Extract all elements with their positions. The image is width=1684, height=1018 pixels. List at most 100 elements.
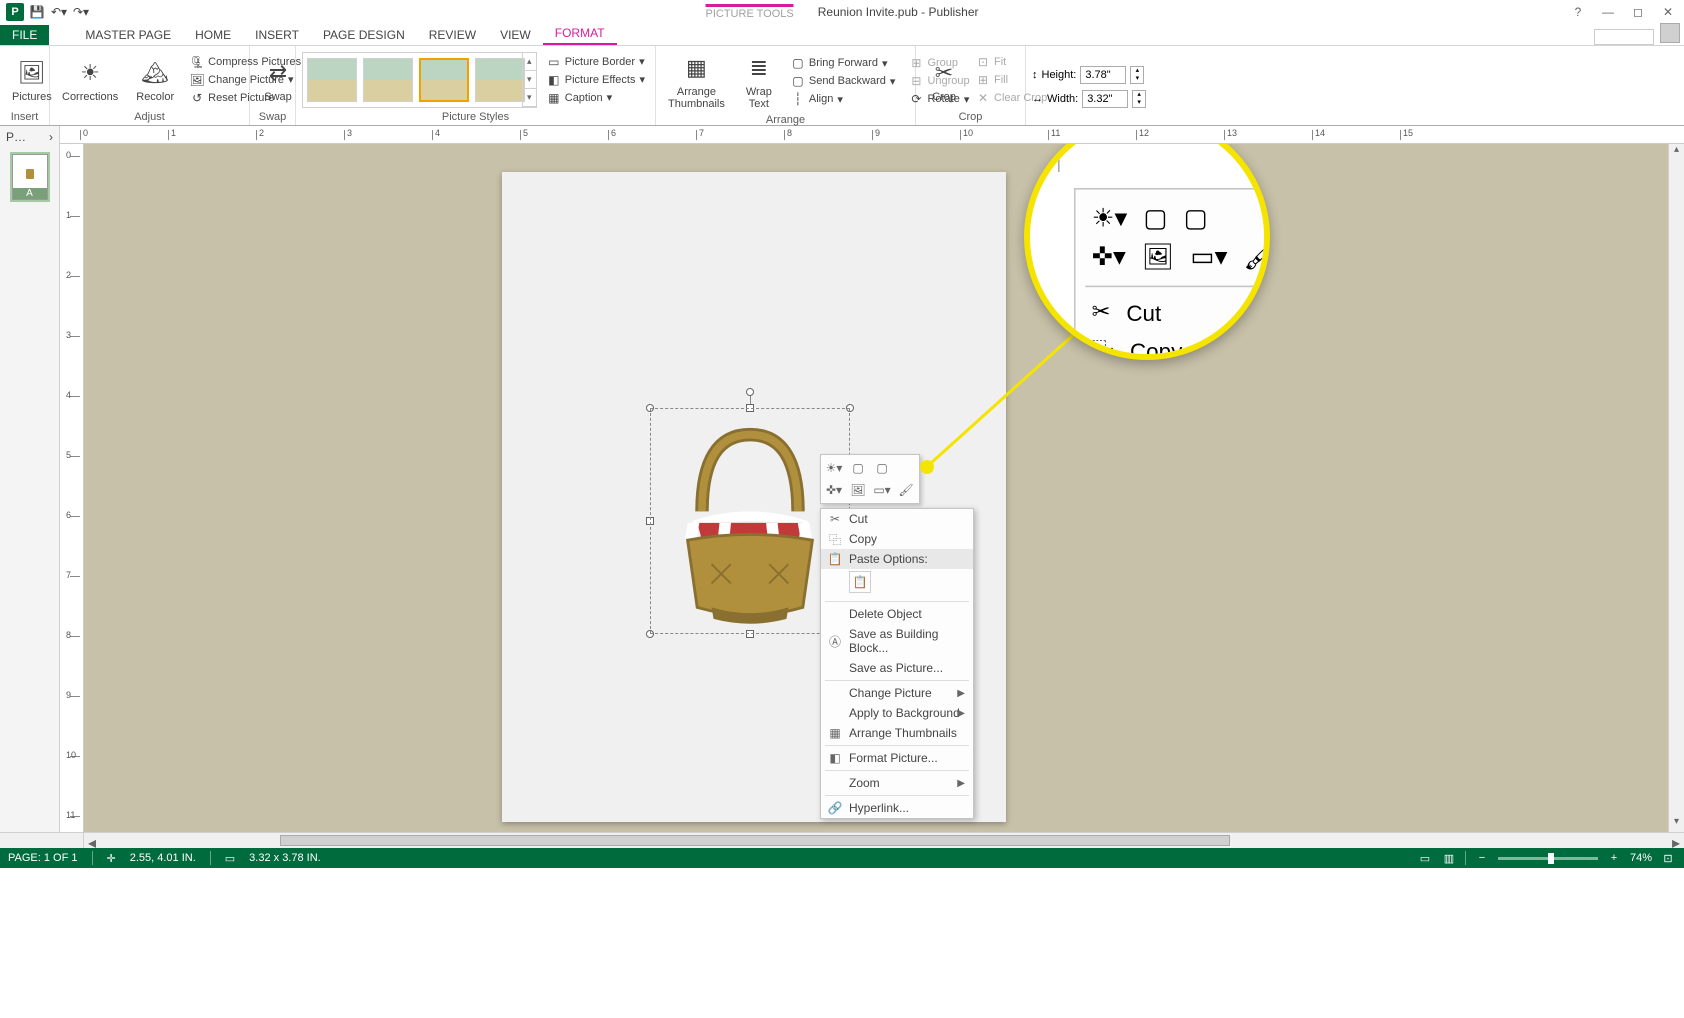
hyperlink-icon: 🔗: [827, 801, 843, 815]
mini-change-icon[interactable]: 🖼: [849, 481, 867, 499]
status-page[interactable]: PAGE: 1 OF 1: [8, 852, 78, 864]
app-icon[interactable]: P: [6, 3, 24, 21]
thumbnails-label: Arrange Thumbnails: [668, 86, 725, 110]
recolor-button[interactable]: 🏔 Recolor: [130, 53, 180, 107]
ctx-change-picture[interactable]: Change Picture▶: [821, 683, 973, 703]
thumbnail-preview: [26, 169, 34, 179]
picture-style-gallery[interactable]: ▴▾▾: [302, 52, 537, 108]
ctx-format-picture[interactable]: ◧Format Picture...: [821, 748, 973, 768]
caption-icon: ▦: [547, 91, 561, 105]
tab-format[interactable]: FORMAT: [543, 23, 617, 45]
ctx-delete[interactable]: Delete Object: [821, 604, 973, 624]
arrange-thumbnails-button[interactable]: ▦ Arrange Thumbnails: [662, 48, 731, 114]
ctx-copy[interactable]: ⿻Copy: [821, 529, 973, 549]
fit-page-icon[interactable]: ⊡: [1660, 850, 1676, 866]
crop-icon: ✂: [928, 57, 960, 89]
status-bar: PAGE: 1 OF 1 ✛ 2.55, 4.01 IN. ▭ 3.32 x 3…: [0, 848, 1684, 868]
crop-label: Crop: [932, 91, 956, 103]
page-thumbnail[interactable]: A: [12, 154, 48, 200]
mini-format-painter-icon[interactable]: 🖌: [897, 481, 915, 499]
group-styles-label: Picture Styles: [302, 111, 649, 125]
height-spinner[interactable]: ▴▾: [1130, 66, 1144, 84]
view-spread-icon[interactable]: ▥: [1441, 850, 1457, 866]
rotate-handle[interactable]: [746, 388, 754, 396]
zoom-in-icon[interactable]: +: [1606, 850, 1622, 866]
width-input[interactable]: [1082, 90, 1128, 108]
minimize-icon[interactable]: —: [1598, 2, 1618, 22]
nav-title: P…: [6, 130, 26, 144]
zoom-out-icon[interactable]: −: [1474, 850, 1490, 866]
mini-crop-icon[interactable]: ✜▾: [825, 481, 843, 499]
help-icon[interactable]: ?: [1568, 2, 1588, 22]
resize-handle-nw[interactable]: [646, 404, 654, 412]
tab-review[interactable]: REVIEW: [417, 25, 488, 45]
close-icon[interactable]: ✕: [1658, 2, 1678, 22]
caption-button[interactable]: ▦Caption▾: [543, 90, 649, 106]
height-input[interactable]: [1080, 66, 1126, 84]
mini-style-icon[interactable]: ▭▾: [873, 481, 891, 499]
bring-forward-button[interactable]: ▢Bring Forward ▾: [787, 55, 900, 71]
style-thumb-1[interactable]: [307, 58, 357, 102]
ctx-save-picture[interactable]: Save as Picture...: [821, 658, 973, 678]
recolor-label: Recolor: [136, 91, 174, 103]
picture-effects-button[interactable]: ◧Picture Effects▾: [543, 72, 649, 88]
ctx-save-block[interactable]: ⒶSave as Building Block...: [821, 624, 973, 658]
tab-master-page[interactable]: MASTER PAGE: [73, 25, 183, 45]
ctx-cut[interactable]: ✂Cut: [821, 509, 973, 529]
crop-button[interactable]: ✂ Crop: [922, 53, 966, 107]
ctx-hyperlink[interactable]: 🔗Hyperlink...: [821, 798, 973, 818]
horizontal-ruler[interactable]: 0123456789101112131415: [60, 126, 1684, 144]
ctx-savepic-label: Save as Picture...: [849, 661, 943, 675]
corrections-button[interactable]: ☀ Corrections: [56, 53, 124, 107]
restore-icon[interactable]: ◻: [1628, 2, 1648, 22]
picture-border-button[interactable]: ▭Picture Border▾: [543, 54, 649, 70]
effects-icon: ◧: [547, 73, 561, 87]
hscroll-thumb[interactable]: [280, 835, 1230, 846]
user-name-box[interactable]: [1594, 29, 1654, 45]
width-spinner[interactable]: ▴▾: [1132, 90, 1146, 108]
ctx-arrange-thumbnails[interactable]: ▦Arrange Thumbnails: [821, 723, 973, 743]
nav-expand-icon[interactable]: ›: [49, 130, 53, 144]
tab-file[interactable]: FILE: [0, 25, 49, 45]
copy-icon: ⿻: [827, 531, 843, 548]
style-thumb-2[interactable]: [363, 58, 413, 102]
mini-brightness-icon[interactable]: ☀▾: [825, 459, 843, 477]
mini-forward-icon[interactable]: ▢: [849, 459, 867, 477]
wrap-text-button[interactable]: ≣ Wrap Text: [737, 48, 781, 114]
tab-view[interactable]: VIEW: [488, 25, 543, 45]
style-thumb-3[interactable]: [419, 58, 469, 102]
ctx-zoom[interactable]: Zoom▶: [821, 773, 973, 793]
horizontal-scrollbar[interactable]: ◂ ▸: [0, 832, 1684, 848]
resize-handle-w[interactable]: [646, 517, 654, 525]
view-single-icon[interactable]: ▭: [1417, 850, 1433, 866]
vertical-scrollbar[interactable]: ▴ ▾: [1668, 144, 1684, 832]
zoom-level[interactable]: 74%: [1630, 852, 1652, 864]
tab-insert[interactable]: INSERT: [243, 25, 311, 45]
ctx-changepic-label: Change Picture: [849, 686, 932, 700]
resize-handle-n[interactable]: [746, 404, 754, 412]
resize-handle-s[interactable]: [746, 630, 754, 638]
style-thumb-4[interactable]: [475, 58, 525, 102]
mini-backward-icon[interactable]: ▢: [873, 459, 891, 477]
zoom-slider[interactable]: [1498, 857, 1598, 860]
arrange-icon: ▦: [827, 726, 843, 740]
ctx-apply-background[interactable]: Apply to Background▶: [821, 703, 973, 723]
resize-handle-sw[interactable]: [646, 630, 654, 638]
pictures-icon: 🖼: [16, 57, 48, 89]
user-avatar[interactable]: [1660, 23, 1680, 43]
paste-option-button[interactable]: 📋: [849, 571, 871, 593]
send-backward-button[interactable]: ▢Send Backward ▾: [787, 73, 900, 89]
vertical-ruler[interactable]: 01234567891011: [60, 144, 84, 832]
tab-home[interactable]: HOME: [183, 25, 243, 45]
redo-icon[interactable]: ↷▾: [72, 3, 90, 21]
resize-handle-ne[interactable]: [846, 404, 854, 412]
swap-button[interactable]: ⇄ Swap: [256, 53, 300, 107]
save-icon[interactable]: 💾: [28, 3, 46, 21]
align-button[interactable]: ┆Align ▾: [787, 91, 900, 107]
fit-label: Fit: [994, 56, 1006, 68]
group-crop-label: Crop: [922, 111, 1019, 125]
tab-page-design[interactable]: PAGE DESIGN: [311, 25, 417, 45]
canvas[interactable]: ☀▾ ▢ ▢ ✜▾ 🖼 ▭▾ 🖌 ✂Cut ⿻Copy 📋Paste: [84, 144, 1684, 832]
undo-icon[interactable]: ↶▾: [50, 3, 68, 21]
gallery-scroll[interactable]: ▴▾▾: [522, 53, 536, 107]
